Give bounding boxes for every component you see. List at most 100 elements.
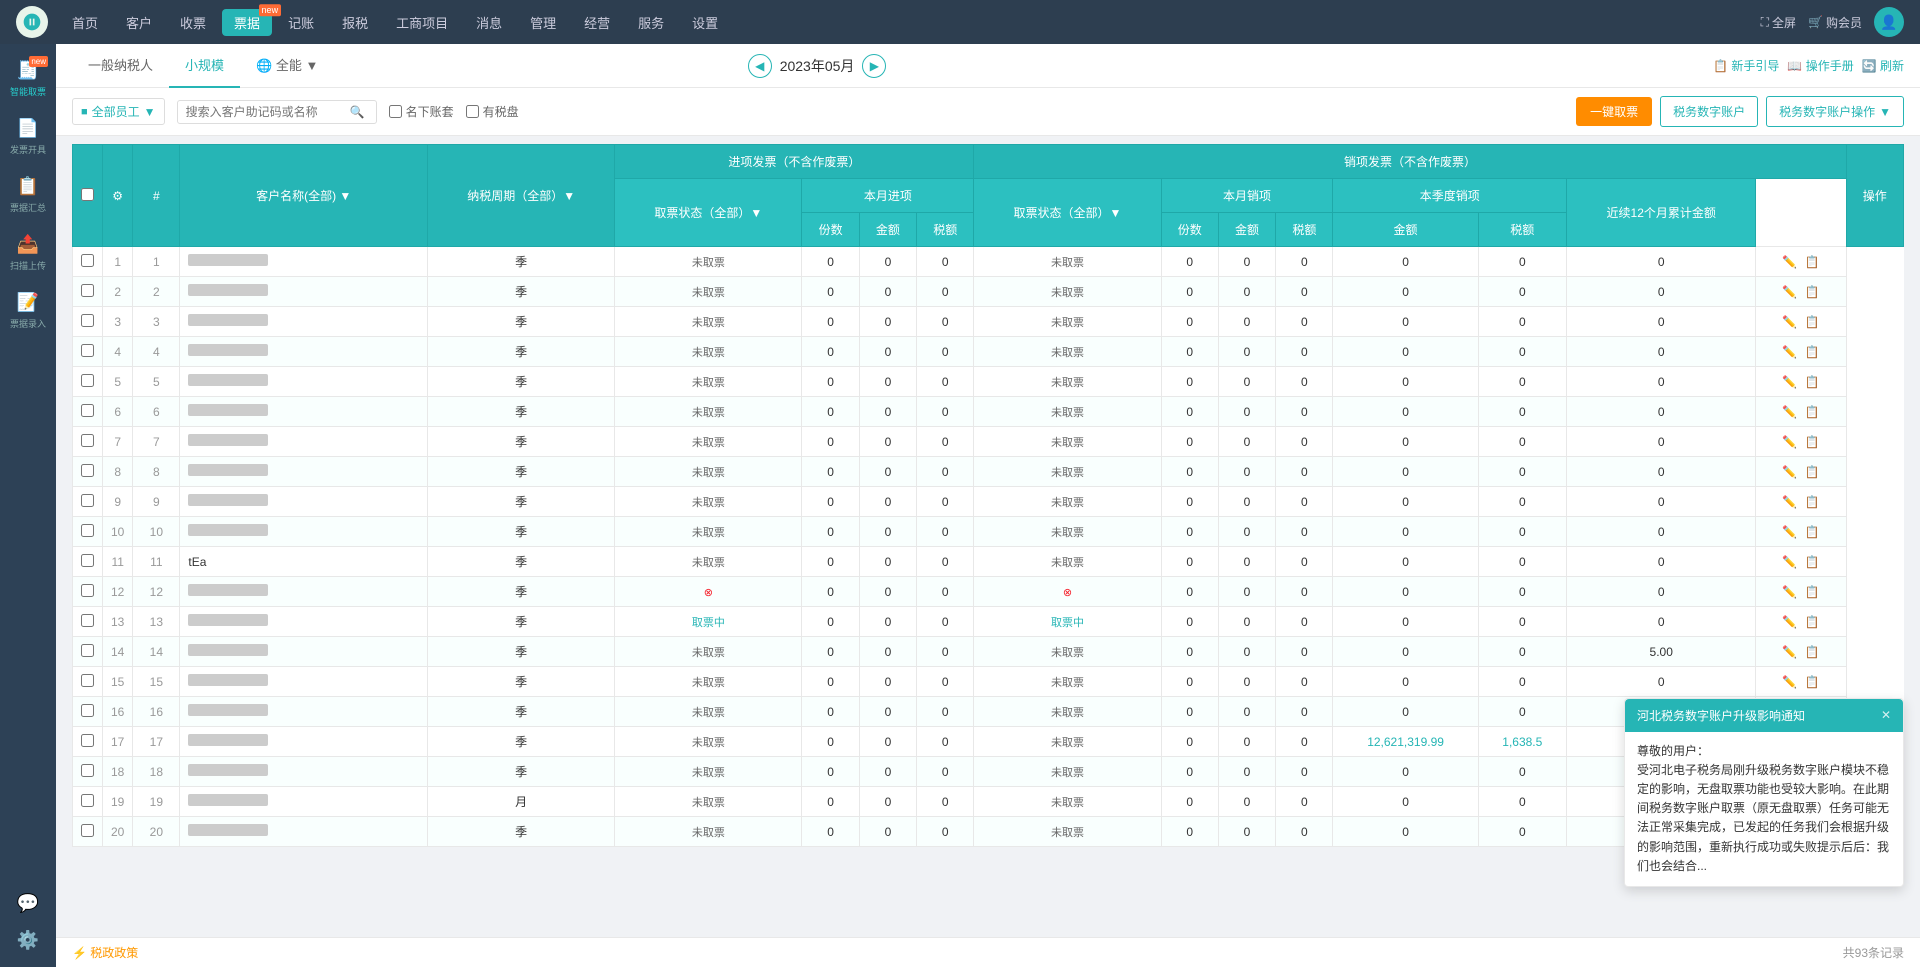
sidebar-item-config[interactable]: ⚙️ (4, 922, 52, 959)
notification-close-button[interactable]: ✕ (1881, 708, 1891, 722)
edit-icon-5[interactable]: ✏️ (1782, 375, 1797, 389)
sidebar-item-chat[interactable]: 💬 (4, 885, 52, 922)
edit-icon-12[interactable]: ✏️ (1782, 585, 1797, 599)
edit-icon-15[interactable]: ✏️ (1782, 675, 1797, 689)
edit-icon-10[interactable]: ✏️ (1782, 525, 1797, 539)
sidebar-item-summary[interactable]: 📋 票据汇总 (4, 168, 52, 222)
row-check-6[interactable] (73, 397, 103, 427)
row-check-19[interactable] (73, 787, 103, 817)
row-check-14[interactable] (73, 637, 103, 667)
refresh-link[interactable]: 🔄 刷新 (1862, 57, 1904, 74)
search-input[interactable] (186, 105, 346, 119)
row-check-13[interactable] (73, 607, 103, 637)
row-check-18[interactable] (73, 757, 103, 787)
edit-icon-1[interactable]: ✏️ (1782, 255, 1797, 269)
row-cumulative-4: 0 (1566, 337, 1755, 367)
row-check-12[interactable] (73, 577, 103, 607)
header-tax-period[interactable]: 纳税周期（全部）▼ (428, 145, 615, 247)
edit-icon-2[interactable]: ✏️ (1782, 285, 1797, 299)
prev-month-button[interactable]: ◀ (748, 54, 772, 78)
copy-icon-6[interactable]: 📋 (1805, 405, 1820, 419)
row-ops-8: ✏️ 📋 (1756, 457, 1846, 487)
tax-digital-ops-button[interactable]: 税务数字账户操作 ▼ (1766, 96, 1904, 127)
copy-icon-8[interactable]: 📋 (1805, 465, 1820, 479)
copy-icon-9[interactable]: 📋 (1805, 495, 1820, 509)
row-check-17[interactable] (73, 727, 103, 757)
sidebar-item-entry[interactable]: 📝 票据录入 (4, 284, 52, 338)
nav-home[interactable]: 首页 (60, 9, 110, 36)
nav-tax[interactable]: 报税 (330, 9, 380, 36)
copy-icon-10[interactable]: 📋 (1805, 525, 1820, 539)
row-check-20[interactable] (73, 817, 103, 847)
copy-icon-7[interactable]: 📋 (1805, 435, 1820, 449)
one-click-fetch-button[interactable]: 一键取票 (1576, 97, 1652, 126)
row-check-2[interactable] (73, 277, 103, 307)
copy-icon-15[interactable]: 📋 (1805, 675, 1820, 689)
edit-icon-7[interactable]: ✏️ (1782, 435, 1797, 449)
copy-icon-5[interactable]: 📋 (1805, 375, 1820, 389)
row-check-16[interactable] (73, 697, 103, 727)
copy-icon-3[interactable]: 📋 (1805, 315, 1820, 329)
row-check-4[interactable] (73, 337, 103, 367)
copy-icon-1[interactable]: 📋 (1805, 255, 1820, 269)
row-in-status-2: 未取票 (615, 277, 802, 307)
tab-all-type[interactable]: 🌐 全能 ▼ (240, 44, 334, 88)
row-check-3[interactable] (73, 307, 103, 337)
edit-icon-3[interactable]: ✏️ (1782, 315, 1797, 329)
nav-message[interactable]: 消息 (464, 9, 514, 36)
search-icon[interactable]: 🔍 (350, 105, 365, 119)
row-check-15[interactable] (73, 667, 103, 697)
sub-account-checkbox[interactable] (389, 105, 402, 118)
edit-icon-11[interactable]: ✏️ (1782, 555, 1797, 569)
sidebar-item-scan[interactable]: 📤 扫描上传 (4, 226, 52, 280)
edit-icon-13[interactable]: ✏️ (1782, 615, 1797, 629)
nav-bookkeeping[interactable]: 记账 (276, 9, 326, 36)
new-guide-link[interactable]: 📋 新手引导 (1713, 57, 1779, 74)
row-check-7[interactable] (73, 427, 103, 457)
sidebar-item-invoice-open[interactable]: 📄 发票开具 (4, 110, 52, 164)
nav-receive[interactable]: 收票 (168, 9, 218, 36)
row-check-10[interactable] (73, 517, 103, 547)
nav-operation[interactable]: 经营 (572, 9, 622, 36)
fullscreen-button[interactable]: ⛶ 全屏 (1761, 14, 1796, 31)
header-out-fetch-status[interactable]: 取票状态（全部）▼ (974, 179, 1161, 247)
checkbox-tax-disk[interactable]: 有税盘 (466, 103, 519, 120)
copy-icon-4[interactable]: 📋 (1805, 345, 1820, 359)
manual-link[interactable]: 📖 操作手册 (1787, 57, 1853, 74)
copy-icon-12[interactable]: 📋 (1805, 585, 1820, 599)
tax-digital-account-button[interactable]: 税务数字账户 (1660, 96, 1758, 127)
nav-business[interactable]: 工商项目 (384, 9, 460, 36)
edit-icon-6[interactable]: ✏️ (1782, 405, 1797, 419)
user-avatar[interactable]: 👤 (1874, 7, 1904, 37)
edit-icon-4[interactable]: ✏️ (1782, 345, 1797, 359)
row-check-11[interactable] (73, 547, 103, 577)
copy-icon-14[interactable]: 📋 (1805, 645, 1820, 659)
select-all-checkbox[interactable] (81, 188, 94, 201)
edit-icon-9[interactable]: ✏️ (1782, 495, 1797, 509)
header-client[interactable]: 客户名称(全部) ▼ (180, 145, 428, 247)
row-check-9[interactable] (73, 487, 103, 517)
row-check-5[interactable] (73, 367, 103, 397)
nav-settings[interactable]: 设置 (680, 9, 730, 36)
nav-invoice[interactable]: 票据 new (222, 9, 272, 36)
row-check-1[interactable] (73, 247, 103, 277)
next-month-button[interactable]: ▶ (862, 54, 886, 78)
member-button[interactable]: 🛒 购会员 (1808, 14, 1862, 31)
sidebar-item-smart-ticket[interactable]: 🧾 智能取票 new (4, 52, 52, 106)
edit-icon-8[interactable]: ✏️ (1782, 465, 1797, 479)
employee-select[interactable]: ■ 全部员工 ▼ (72, 98, 165, 125)
checkbox-sub-account[interactable]: 名下账套 (389, 103, 454, 120)
nav-service[interactable]: 服务 (626, 9, 676, 36)
edit-icon-14[interactable]: ✏️ (1782, 645, 1797, 659)
copy-icon-11[interactable]: 📋 (1805, 555, 1820, 569)
tab-small-scale[interactable]: 小规模 (169, 44, 240, 88)
copy-icon-2[interactable]: 📋 (1805, 285, 1820, 299)
tax-policy-link[interactable]: ⚡ 税政政策 (72, 944, 138, 961)
header-in-fetch-status[interactable]: 取票状态（全部）▼ (615, 179, 802, 247)
row-check-8[interactable] (73, 457, 103, 487)
nav-client[interactable]: 客户 (114, 9, 164, 36)
tab-general-taxpayer[interactable]: 一般纳税人 (72, 44, 169, 88)
copy-icon-13[interactable]: 📋 (1805, 615, 1820, 629)
tax-disk-checkbox[interactable] (466, 105, 479, 118)
nav-manage[interactable]: 管理 (518, 9, 568, 36)
